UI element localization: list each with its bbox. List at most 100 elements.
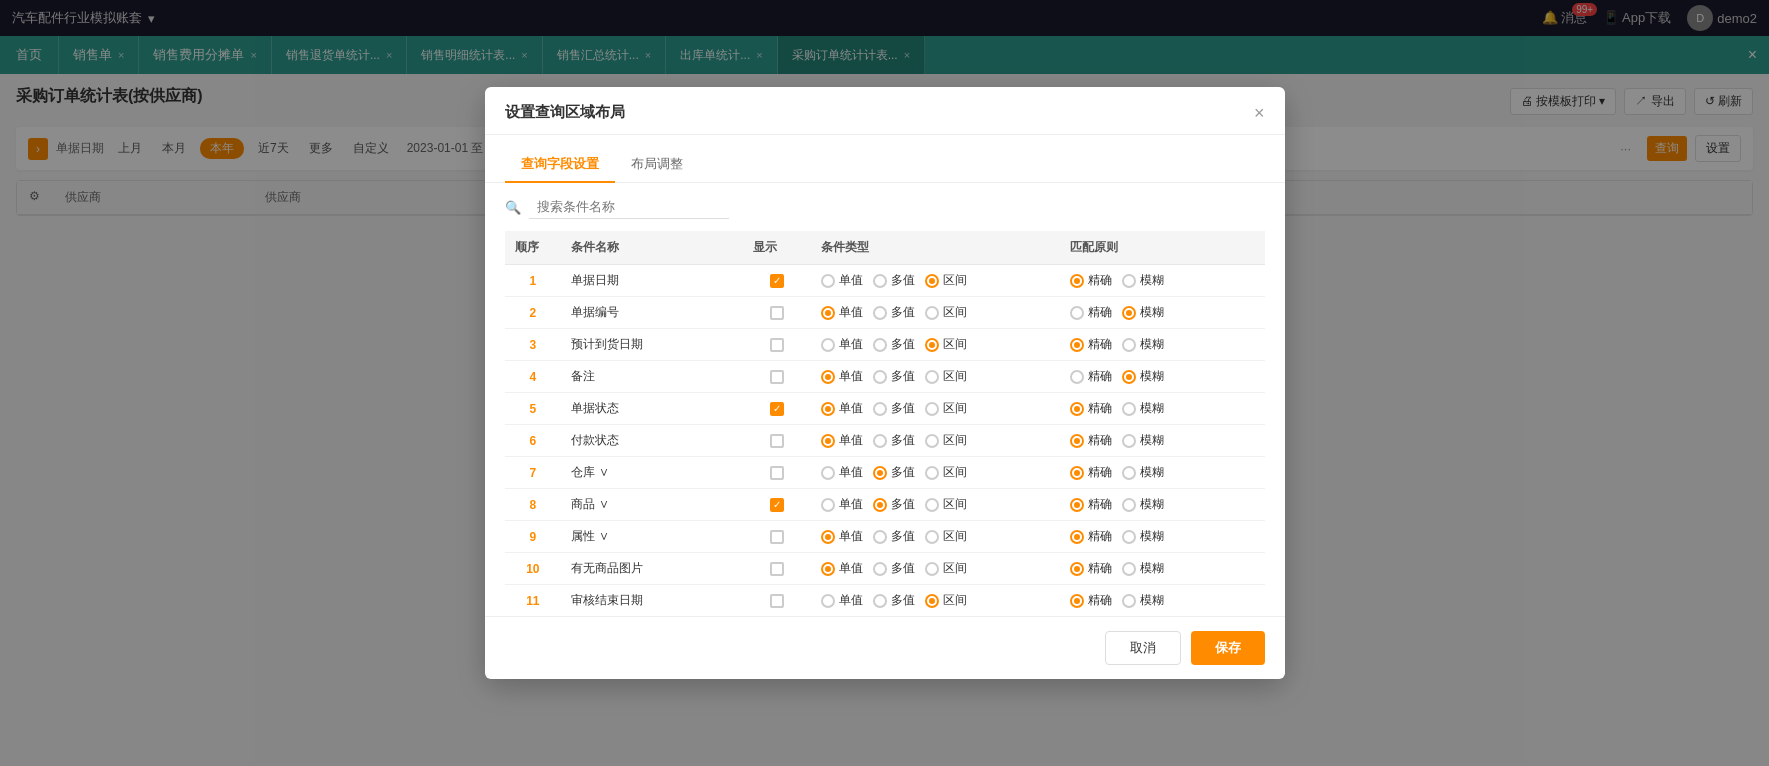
radio-item-single[interactable]: 单值 (821, 528, 863, 545)
radio-item-range[interactable]: 区间 (925, 464, 967, 481)
radio-item-fuzzy[interactable]: 模糊 (1122, 560, 1164, 577)
row-show-checkbox[interactable] (743, 521, 811, 553)
radio-label-multi: 多值 (891, 432, 915, 449)
radio-item-fuzzy[interactable]: 模糊 (1122, 336, 1164, 353)
radio-item-multi[interactable]: 多值 (873, 496, 915, 513)
radio-item-multi[interactable]: 多值 (873, 336, 915, 353)
radio-item-exact[interactable]: 精确 (1070, 560, 1112, 577)
radio-item-single[interactable]: 单值 (821, 464, 863, 481)
checkbox[interactable] (770, 434, 784, 448)
radio-item-fuzzy[interactable]: 模糊 (1122, 592, 1164, 609)
radio-item-exact[interactable]: 精确 (1070, 496, 1112, 513)
row-show-checkbox[interactable] (743, 553, 811, 585)
radio-item-exact[interactable]: 精确 (1070, 400, 1112, 417)
radio-item-fuzzy[interactable]: 模糊 (1122, 432, 1164, 449)
radio-item-exact[interactable]: 精确 (1070, 272, 1112, 289)
radio-item-fuzzy[interactable]: 模糊 (1122, 528, 1164, 545)
radio-item-exact[interactable]: 精确 (1070, 304, 1112, 321)
radio-item-exact[interactable]: 精确 (1070, 432, 1112, 449)
radio-item-exact[interactable]: 精确 (1070, 528, 1112, 545)
radio-item-range[interactable]: 区间 (925, 528, 967, 545)
radio-circle-multi (873, 402, 887, 416)
radio-item-fuzzy[interactable]: 模糊 (1122, 400, 1164, 417)
radio-item-exact[interactable]: 精确 (1070, 336, 1112, 353)
checkbox[interactable] (770, 530, 784, 544)
radio-item-single[interactable]: 单值 (821, 304, 863, 321)
radio-item-range[interactable]: 区间 (925, 336, 967, 353)
radio-item-range[interactable]: 区间 (925, 368, 967, 385)
modal-close-btn[interactable]: × (1254, 104, 1265, 122)
radio-circle-single (821, 498, 835, 512)
radio-item-fuzzy[interactable]: 模糊 (1122, 368, 1164, 385)
checkbox[interactable] (770, 594, 784, 608)
radio-item-exact[interactable]: 精确 (1070, 464, 1112, 481)
row-show-checkbox[interactable] (743, 393, 811, 425)
th-name: 条件名称 (561, 231, 742, 265)
radio-circle-single (821, 434, 835, 448)
row-type: 单值多值区间 (811, 329, 1061, 361)
radio-label-exact: 精确 (1088, 560, 1112, 577)
radio-item-range[interactable]: 区间 (925, 272, 967, 289)
radio-item-single[interactable]: 单值 (821, 400, 863, 417)
radio-item-single[interactable]: 单值 (821, 592, 863, 609)
radio-item-range[interactable]: 区间 (925, 496, 967, 513)
row-show-checkbox[interactable] (743, 457, 811, 489)
modal-footer: 取消 保存 (485, 616, 1285, 679)
row-show-checkbox[interactable] (743, 361, 811, 393)
radio-item-single[interactable]: 单值 (821, 432, 863, 449)
radio-item-single[interactable]: 单值 (821, 336, 863, 353)
row-type: 单值 多值区间 (811, 425, 1061, 457)
radio-item-exact[interactable]: 精确 (1070, 368, 1112, 385)
row-show-checkbox[interactable] (743, 297, 811, 329)
row-type: 单值多值区间 (811, 265, 1061, 297)
radio-item-single[interactable]: 单值 (821, 496, 863, 513)
row-order: 2 (505, 297, 562, 329)
save-btn[interactable]: 保存 (1191, 631, 1265, 665)
checkbox[interactable] (770, 306, 784, 320)
radio-item-range[interactable]: 区间 (925, 592, 967, 609)
radio-item-fuzzy[interactable]: 模糊 (1122, 464, 1164, 481)
checkbox[interactable] (770, 562, 784, 576)
row-show-checkbox[interactable] (743, 265, 811, 297)
radio-item-range[interactable]: 区间 (925, 400, 967, 417)
radio-item-range[interactable]: 区间 (925, 304, 967, 321)
modal-tab-query-fields[interactable]: 查询字段设置 (505, 147, 615, 183)
row-show-checkbox[interactable] (743, 489, 811, 521)
radio-item-fuzzy[interactable]: 模糊 (1122, 496, 1164, 513)
radio-item-multi[interactable]: 多值 (873, 464, 915, 481)
checkbox[interactable] (770, 274, 784, 288)
row-name: 预计到货日期 (561, 329, 742, 361)
checkbox[interactable] (770, 402, 784, 416)
radio-item-multi[interactable]: 多值 (873, 304, 915, 321)
radio-item-single[interactable]: 单值 (821, 560, 863, 577)
checkbox[interactable] (770, 498, 784, 512)
radio-item-multi[interactable]: 多值 (873, 400, 915, 417)
checkbox[interactable] (770, 466, 784, 480)
radio-item-range[interactable]: 区间 (925, 432, 967, 449)
modal-tab-layout[interactable]: 布局调整 (615, 147, 699, 183)
search-input[interactable] (529, 195, 729, 219)
radio-item-range[interactable]: 区间 (925, 560, 967, 577)
radio-circle-range (925, 466, 939, 480)
radio-item-fuzzy[interactable]: 模糊 (1122, 272, 1164, 289)
radio-item-multi[interactable]: 多值 (873, 560, 915, 577)
radio-item-multi[interactable]: 多值 (873, 528, 915, 545)
radio-item-multi[interactable]: 多值 (873, 272, 915, 289)
row-order: 6 (505, 425, 562, 457)
checkbox[interactable] (770, 370, 784, 384)
row-show-checkbox[interactable] (743, 329, 811, 361)
row-show-checkbox[interactable] (743, 585, 811, 617)
radio-item-fuzzy[interactable]: 模糊 (1122, 304, 1164, 321)
row-show-checkbox[interactable] (743, 425, 811, 457)
radio-item-multi[interactable]: 多值 (873, 368, 915, 385)
radio-item-multi[interactable]: 多值 (873, 432, 915, 449)
radio-item-multi[interactable]: 多值 (873, 592, 915, 609)
radio-item-exact[interactable]: 精确 (1070, 592, 1112, 609)
checkbox[interactable] (770, 338, 784, 352)
cancel-btn[interactable]: 取消 (1105, 631, 1181, 665)
row-match: 精确模糊 (1060, 489, 1264, 521)
radio-item-single[interactable]: 单值 (821, 272, 863, 289)
th-type: 条件类型 (811, 231, 1061, 265)
radio-circle-range (925, 530, 939, 544)
radio-item-single[interactable]: 单值 (821, 368, 863, 385)
